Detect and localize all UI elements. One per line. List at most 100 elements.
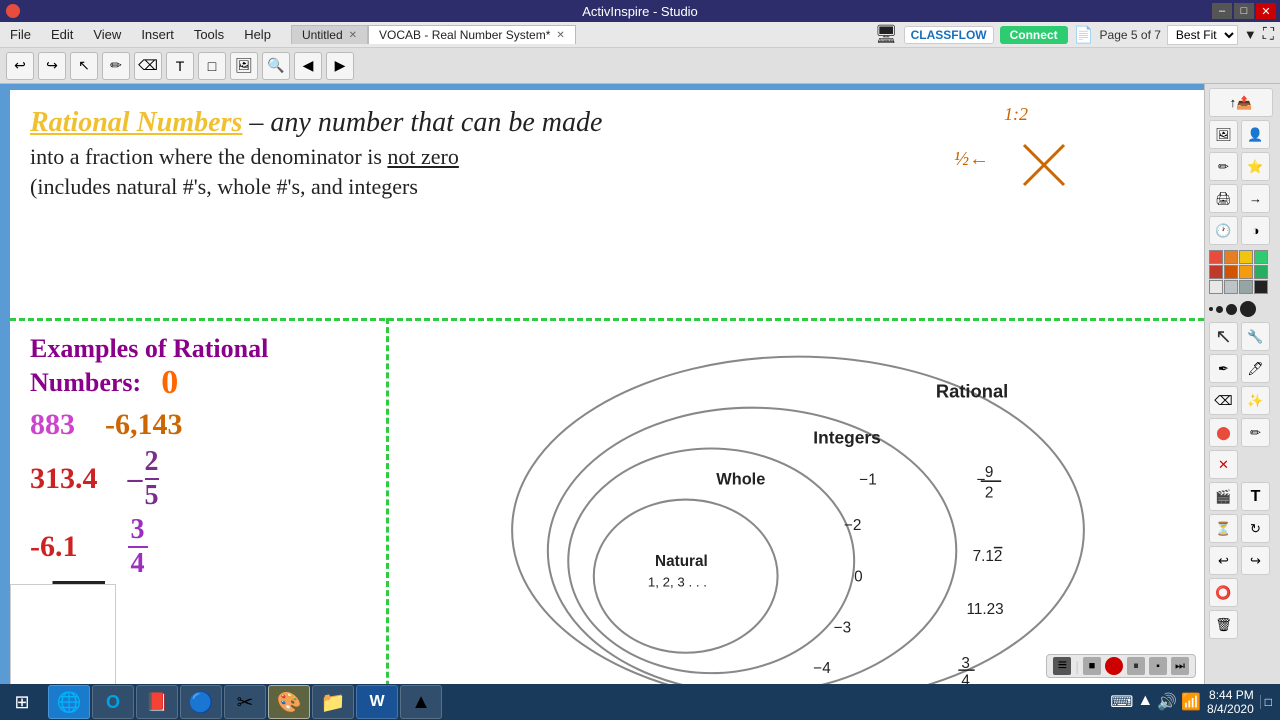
text2-button[interactable]: T — [1241, 482, 1270, 511]
tab-vocab[interactable]: VOCAB - Real Number System* ✕ — [368, 25, 576, 44]
clock: 8:44 PM 8/4/2020 — [1207, 688, 1254, 716]
close-button[interactable]: ✕ — [1256, 3, 1276, 19]
cross-button[interactable]: ✕ — [1209, 450, 1238, 479]
color-darkgreen[interactable] — [1254, 265, 1268, 279]
menu-help[interactable]: Help — [234, 25, 281, 44]
tab-close-vocab[interactable]: ✕ — [556, 30, 564, 41]
clock-button[interactable]: 🕐 — [1209, 216, 1238, 245]
taskbar-drive[interactable]: ▲ — [400, 685, 442, 719]
brush-sm[interactable] — [1216, 306, 1223, 313]
text-button[interactable]: T — [166, 52, 194, 80]
brush-md[interactable] — [1226, 304, 1237, 315]
img-button2[interactable]: 👤 — [1241, 120, 1270, 149]
playback-menu[interactable]: ≡ — [1053, 657, 1071, 675]
taskbar-activinspire[interactable]: 🎨 — [268, 685, 310, 719]
image-button[interactable]: 🖼 — [230, 52, 258, 80]
taskbar-tool1[interactable]: 🔵 — [180, 685, 222, 719]
color-darkorange[interactable] — [1224, 265, 1238, 279]
start-button[interactable]: ⊞ — [0, 684, 44, 720]
taskbar-acrobat[interactable]: 📕 — [136, 685, 178, 719]
tab-untitled[interactable]: Untitled ✕ — [291, 25, 368, 44]
color-lightgray[interactable] — [1224, 280, 1238, 294]
pen2-button[interactable]: ✒ — [1209, 354, 1238, 383]
color-orange[interactable] — [1224, 250, 1238, 264]
timer-button[interactable]: ⏳ — [1209, 514, 1238, 543]
brush-lg[interactable] — [1240, 301, 1256, 317]
minimize-button[interactable]: – — [1212, 3, 1232, 19]
redo-button[interactable]: ↪ — [38, 52, 66, 80]
zoom-in-button[interactable]: 🔍 — [262, 52, 290, 80]
divider1: | — [1075, 658, 1079, 674]
taskbar-explorer[interactable]: 📁 — [312, 685, 354, 719]
back2-button[interactable]: ↩ — [1209, 546, 1238, 575]
color-darkred[interactable] — [1209, 265, 1223, 279]
rt-row-misc: ⬤ ✏ — [1209, 418, 1276, 447]
arrow-button[interactable]: → — [1241, 184, 1270, 213]
forward2-button[interactable]: ↪ — [1241, 546, 1270, 575]
highlighter-button[interactable]: 🖊 — [1241, 354, 1270, 383]
color-white[interactable] — [1209, 280, 1223, 294]
fullscreen-icon[interactable]: ⛶ — [1263, 26, 1274, 44]
pen-button[interactable]: ✏ — [102, 52, 130, 80]
int-ex-neg4: −4 — [813, 660, 831, 677]
cursor-button[interactable]: ↖ — [1209, 322, 1238, 351]
tab-close-untitled[interactable]: ✕ — [349, 30, 357, 41]
color-gold[interactable] — [1239, 265, 1253, 279]
square-button[interactable]: ▪ — [1149, 657, 1167, 675]
slide: Rational Numbers – any number that can b… — [10, 90, 1204, 714]
forward-button[interactable]: ▶ — [326, 52, 354, 80]
pencil2-button[interactable]: ✏ — [1241, 418, 1270, 447]
circle-button[interactable]: ⭕ — [1209, 578, 1238, 607]
undo-button[interactable]: ↩ — [6, 52, 34, 80]
taskbar-outlook[interactable]: O — [92, 685, 134, 719]
menu-view[interactable]: View — [83, 25, 131, 44]
stop-button[interactable]: ■ — [1083, 657, 1101, 675]
back-button[interactable]: ◀ — [294, 52, 322, 80]
share-button[interactable]: ↑📤 — [1209, 88, 1273, 117]
menu-bar-right: 🖥 CLASSFLOW Connect 📄 Page 5 of 7 Best F… — [875, 24, 1280, 45]
img-button1[interactable]: 🖼 — [1209, 120, 1238, 149]
zoom-select[interactable]: Best Fit 100% 75% — [1167, 25, 1238, 45]
pause-button[interactable]: ⏸ — [1127, 657, 1145, 675]
shape-button[interactable]: □ — [198, 52, 226, 80]
wrench-button[interactable]: 🔧 — [1241, 322, 1270, 351]
menu-edit[interactable]: Edit — [41, 25, 83, 44]
tray-icon-2: 🔊 — [1157, 692, 1177, 712]
label-natural-sub: 1, 2, 3 . . . — [648, 574, 707, 589]
ball-button[interactable]: ⬤ — [1209, 418, 1238, 447]
examples-row-2: 313.4 – 2 5 — [30, 448, 365, 510]
menu-tools[interactable]: Tools — [184, 25, 234, 44]
taskbar-word[interactable]: W — [356, 685, 398, 719]
refresh-button[interactable]: ↻ — [1241, 514, 1270, 543]
color-green[interactable] — [1254, 250, 1268, 264]
record-button[interactable] — [1105, 657, 1123, 675]
eraser-button[interactable]: ⌫ — [134, 52, 162, 80]
select-button[interactable]: ↖ — [70, 52, 98, 80]
show-desktop[interactable]: □ — [1260, 695, 1272, 709]
color-yellow[interactable] — [1239, 250, 1253, 264]
pie-button[interactable]: ◑ — [1241, 216, 1270, 245]
next-button[interactable]: ⏭ — [1171, 657, 1189, 675]
green-divider-h — [10, 318, 1204, 321]
menu-insert[interactable]: Insert — [131, 25, 184, 44]
printer-button[interactable]: 🖨 — [1209, 184, 1238, 213]
taskbar-browser[interactable]: 🌐 — [48, 685, 90, 719]
brush-xs[interactable] — [1209, 307, 1213, 311]
color-red[interactable] — [1209, 250, 1223, 264]
star-tool[interactable]: ⭐ — [1241, 152, 1270, 181]
color-gray[interactable] — [1239, 280, 1253, 294]
magic-button[interactable]: ✨ — [1241, 386, 1270, 415]
pen-tool[interactable]: ✏ — [1209, 152, 1238, 181]
taskbar-tool2[interactable]: ✂ — [224, 685, 266, 719]
restore-button[interactable]: □ — [1234, 3, 1254, 19]
eraser2-button[interactable]: ⌫ — [1209, 386, 1238, 415]
label-natural: Natural — [655, 553, 708, 570]
color-black[interactable] — [1254, 280, 1268, 294]
color-swatches — [1209, 250, 1276, 294]
menu-bar: File Edit View Insert Tools Help Untitle… — [0, 22, 1280, 48]
film-button[interactable]: 🎬 — [1209, 482, 1238, 511]
taskbar-right: ⌨ ▲ 🔊 📶 8:44 PM 8/4/2020 □ — [1110, 688, 1280, 716]
trash-button[interactable]: 🗑 — [1209, 610, 1238, 639]
connect-button[interactable]: Connect — [1000, 26, 1068, 44]
menu-file[interactable]: File — [0, 25, 41, 44]
